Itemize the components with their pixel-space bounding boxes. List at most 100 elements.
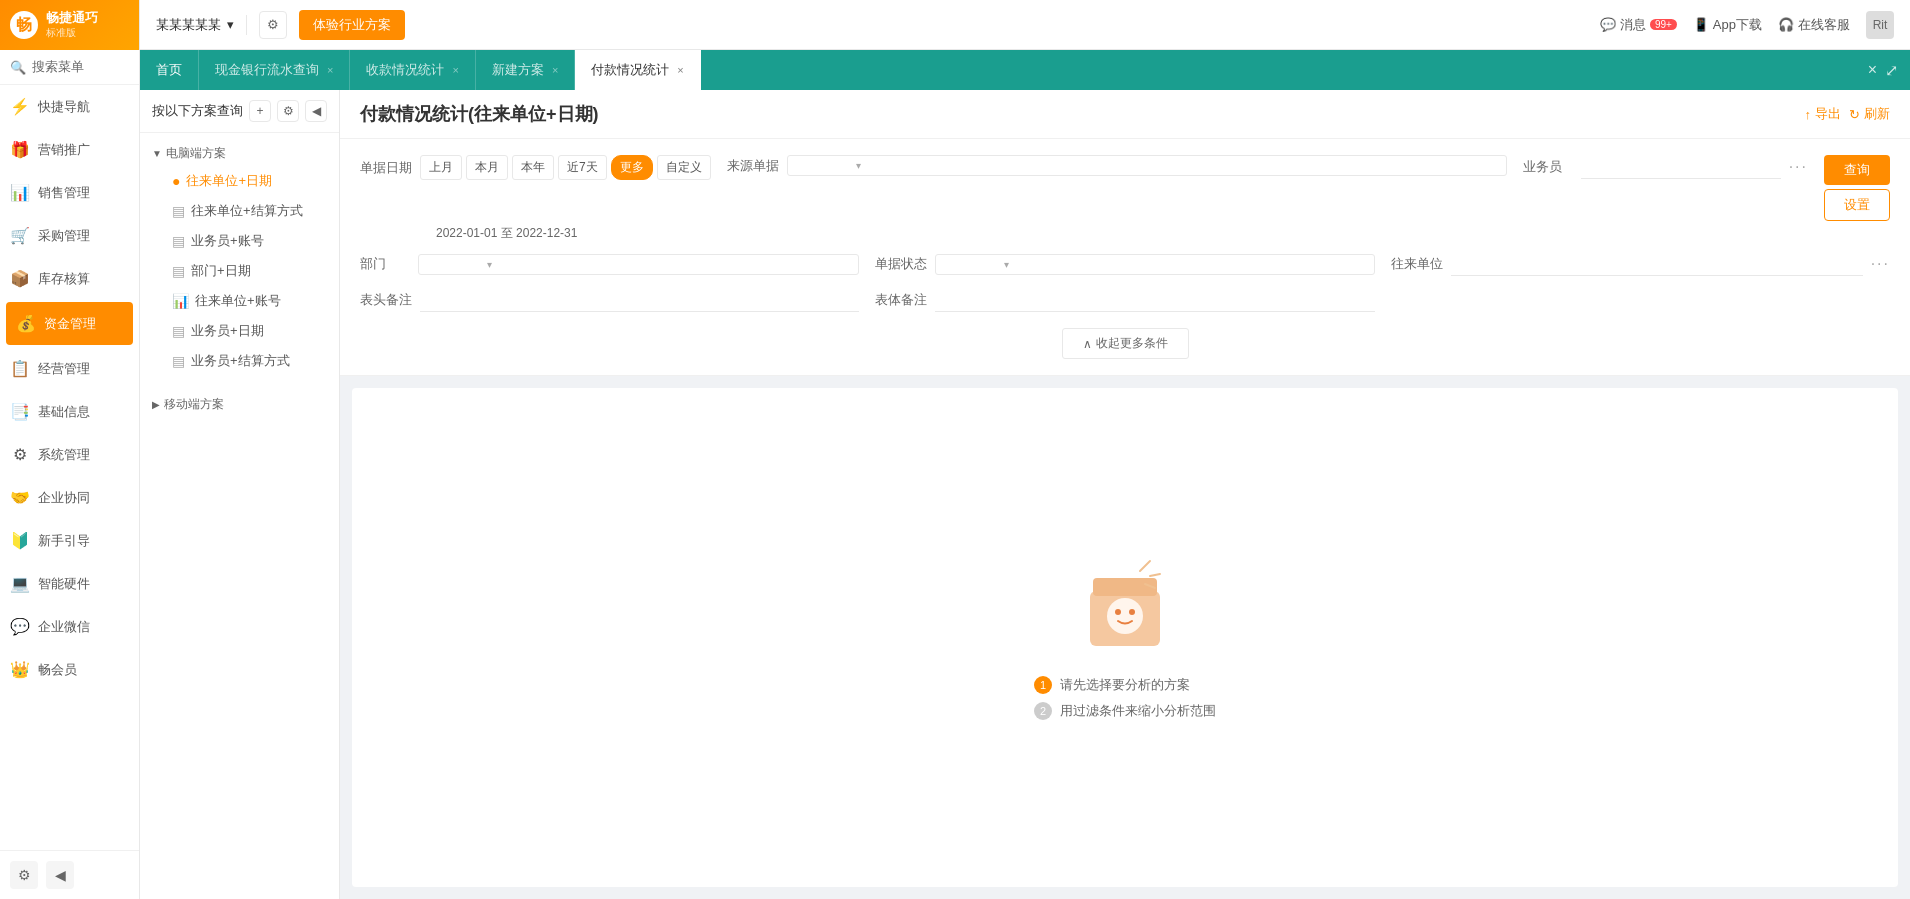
staff-dots[interactable]: ··· (1789, 158, 1808, 176)
collapse-conditions-btn[interactable]: ∧ 收起更多条件 (1062, 328, 1189, 359)
page-actions: ↑ 导出 ↻ 刷新 (1805, 105, 1891, 123)
source-bill-arrow: ▾ (856, 160, 861, 171)
nav-label-quick: 快捷导航 (38, 98, 90, 116)
nav-label-inventory: 库存核算 (38, 270, 90, 288)
tabbar-expand-icon[interactable]: ⤢ (1885, 61, 1898, 80)
nav-item-wechat[interactable]: 💬企业微信 (0, 605, 139, 648)
nav-item-hardware[interactable]: 💻智能硬件 (0, 562, 139, 605)
header-note-label: 表头备注 (360, 291, 412, 309)
partner-input[interactable] (1451, 252, 1863, 276)
nav-item-sales[interactable]: 📊销售管理 (0, 171, 139, 214)
company-selector[interactable]: 某某某某某 ▾ (156, 16, 234, 34)
action-btns-group: 查询 设置 (1824, 155, 1890, 221)
body-note-input[interactable] (935, 288, 1374, 312)
date-btn-7days[interactable]: 近7天 (558, 155, 607, 180)
tab-home[interactable]: 首页 (140, 50, 199, 90)
scheme-item-partner-date[interactable]: ● 往来单位+日期 (152, 166, 327, 196)
nav-item-basic[interactable]: 📑基础信息 (0, 390, 139, 433)
app-download-btn[interactable]: 📱 App下载 (1693, 16, 1762, 34)
nav-item-guide[interactable]: 🔰新手引导 (0, 519, 139, 562)
nav-item-marketing[interactable]: 🎁营销推广 (0, 128, 139, 171)
try-industry-btn[interactable]: 体验行业方案 (299, 10, 405, 40)
date-btn-more[interactable]: 更多 (611, 155, 653, 180)
scheme-settings-btn[interactable]: ⚙ (277, 100, 299, 122)
scheme-item-partner-settlement[interactable]: ▤ 往来单位+结算方式 (152, 196, 327, 226)
export-btn[interactable]: ↑ 导出 (1805, 105, 1842, 123)
nav-item-system[interactable]: ⚙ 系统管理 (0, 433, 139, 476)
bill-status-label: 单据状态 (875, 255, 927, 273)
tab-receipt-stats-close[interactable]: × (452, 64, 458, 76)
nav-item-operation[interactable]: 📋 经营管理 (0, 347, 139, 390)
bill-status-select[interactable]: ▾ (935, 254, 1374, 275)
left-scheme-panel: 按以下方案查询 + ⚙ ◀ ▼ 电脑端方案 ● 往来单位+日期 ▤ (140, 90, 340, 899)
scheme-panel-header: 按以下方案查询 + ⚙ ◀ (140, 90, 339, 133)
sidebar-nav: ⚡快捷导航 🎁营销推广 📊销售管理 🛒采购管理 📦 库存核算 💰资金管理 📋 经营管… (0, 85, 139, 850)
sidebar-settings-btn[interactable]: ⚙ (10, 861, 38, 889)
nav-item-member[interactable]: 👑畅会员 (0, 648, 139, 691)
tab-payment-stats[interactable]: 付款情况统计 × (575, 50, 700, 90)
tab-bank-flow-close[interactable]: × (327, 64, 333, 76)
date-btn-custom[interactable]: 自定义 (657, 155, 711, 180)
refresh-btn[interactable]: ↻ 刷新 (1849, 105, 1890, 123)
scheme-item-staff-date[interactable]: ▤ 业务员+日期 (152, 316, 327, 346)
tip-num-2: 2 (1034, 702, 1052, 720)
partner-dots[interactable]: ··· (1871, 255, 1890, 273)
topbar-settings-btn[interactable]: ⚙ (259, 11, 287, 39)
scheme-label-staff-account: 业务员+账号 (191, 232, 264, 250)
tab-bank-flow[interactable]: 现金银行流水查询 × (199, 50, 350, 90)
tab-payment-stats-close[interactable]: × (677, 64, 683, 76)
message-btn[interactable]: 💬 消息 99+ (1600, 16, 1677, 34)
partner-group: 往来单位 ··· (1391, 252, 1890, 276)
nav-item-purchase[interactable]: 🛒采购管理 (0, 214, 139, 257)
nav-icon-system: ⚙ (10, 445, 30, 464)
query-btn[interactable]: 查询 (1824, 155, 1890, 185)
header-note-input[interactable] (420, 288, 859, 312)
nav-item-quick-nav[interactable]: ⚡快捷导航 (0, 85, 139, 128)
nav-icon-basic: 📑 (10, 402, 30, 421)
svg-point-4 (1129, 609, 1135, 615)
source-bill-select[interactable]: ▾ (787, 155, 1507, 176)
user-avatar[interactable]: Rit (1866, 11, 1894, 39)
nav-label-system: 系统管理 (38, 446, 90, 464)
empty-tip-2: 2 用过滤条件来缩小分析范围 (1034, 702, 1216, 720)
service-btn[interactable]: 🎧 在线客服 (1778, 16, 1850, 34)
filter-settings-btn[interactable]: 设置 (1824, 189, 1890, 221)
scheme-icon-partner-date: ● (172, 173, 180, 189)
staff-input[interactable] (1581, 155, 1781, 179)
dept-select[interactable]: ▾ (418, 254, 859, 275)
scheme-item-staff-account[interactable]: ▤ 业务员+账号 (152, 226, 327, 256)
staff-label: 业务员 (1523, 158, 1573, 176)
scheme-panel-title: 按以下方案查询 (152, 102, 243, 120)
header-note-group: 表头备注 (360, 288, 859, 312)
nav-icon-operation: 📋 (10, 359, 30, 378)
search-icon: 🔍 (10, 60, 26, 75)
tab-new-scheme-close[interactable]: × (552, 64, 558, 76)
nav-item-finance[interactable]: 💰资金管理 (6, 302, 133, 345)
svg-line-5 (1140, 561, 1150, 571)
nav-item-enterprise[interactable]: 🤝企业协同 (0, 476, 139, 519)
scheme-item-partner-account[interactable]: 📊 往来单位+账号 (152, 286, 327, 316)
tab-receipt-stats[interactable]: 收款情况统计 × (350, 50, 475, 90)
scheme-collapse-btn[interactable]: ◀ (305, 100, 327, 122)
desktop-group-toggle[interactable]: ▼ 电脑端方案 (152, 141, 327, 166)
nav-label-operation: 经营管理 (38, 360, 90, 378)
date-btn-last-month[interactable]: 上月 (420, 155, 462, 180)
scheme-item-dept-date[interactable]: ▤ 部门+日期 (152, 256, 327, 286)
nav-icon-inventory: 📦 (10, 269, 30, 288)
right-panel: 付款情况统计(往来单位+日期) ↑ 导出 ↻ 刷新 (340, 90, 1910, 899)
bill-status-arrow: ▾ (1004, 259, 1009, 270)
mobile-group-toggle[interactable]: ▶ 移动端方案 (152, 392, 327, 417)
nav-label-hardware: 智能硬件 (38, 575, 90, 593)
tab-new-scheme[interactable]: 新建方案 × (476, 50, 575, 90)
sidebar-collapse-btn[interactable]: ◀ (46, 861, 74, 889)
scheme-item-staff-settlement[interactable]: ▤ 业务员+结算方式 (152, 346, 327, 376)
add-scheme-btn[interactable]: + (249, 100, 271, 122)
nav-item-inventory[interactable]: 📦 库存核算 (0, 257, 139, 300)
tabbar-close-all-icon[interactable]: × (1868, 61, 1877, 79)
mobile-group-arrow: ▶ (152, 399, 160, 410)
date-btn-this-month[interactable]: 本月 (466, 155, 508, 180)
nav-label-wechat: 企业微信 (38, 618, 90, 636)
date-btn-this-year[interactable]: 本年 (512, 155, 554, 180)
search-menu[interactable]: 🔍 搜索菜单 (0, 50, 139, 85)
mobile-group-label: 移动端方案 (164, 396, 224, 413)
